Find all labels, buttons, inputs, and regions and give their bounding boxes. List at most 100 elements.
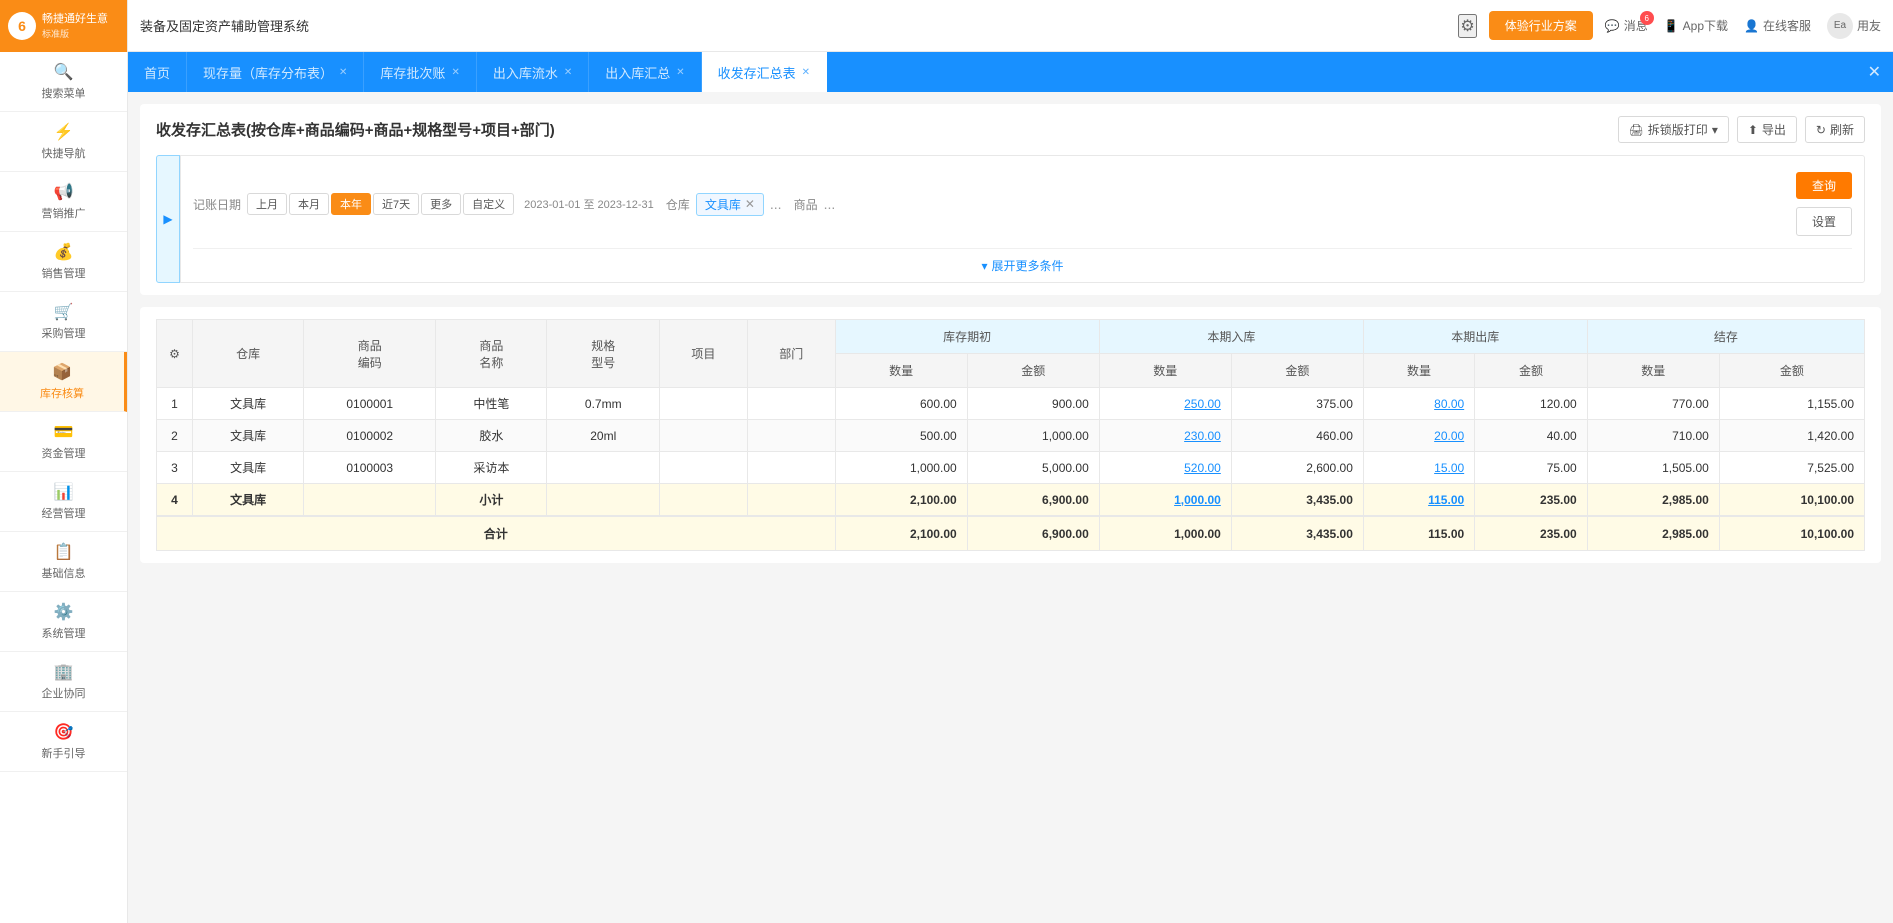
- warehouse-tag-close-icon[interactable]: ✕: [745, 197, 755, 211]
- row-out-qty[interactable]: 20.00: [1363, 420, 1474, 452]
- title-card: 收发存汇总表(按仓库+商品编码+商品+规格型号+项目+部门) 🖨 拆锁版打印 ▾…: [140, 104, 1881, 295]
- goods-label: 商品: [794, 196, 818, 213]
- query-button[interactable]: 查询: [1796, 172, 1852, 199]
- date-btn-last-month[interactable]: 上月: [247, 193, 287, 215]
- row-in-qty[interactable]: 250.00: [1099, 388, 1231, 420]
- row-index: 2: [157, 420, 193, 452]
- tab-label: 出入库汇总: [605, 63, 670, 82]
- sidebar-item-label: 经营管理: [42, 505, 86, 521]
- row-opening-amt: 900.00: [967, 388, 1099, 420]
- sidebar-item-quick[interactable]: ⚡ 快捷导航: [0, 112, 127, 172]
- refresh-button[interactable]: ↻ 刷新: [1805, 116, 1865, 143]
- row-out-amt: 235.00: [1475, 484, 1588, 517]
- row-dept: [747, 484, 835, 517]
- sidebar-item-inventory[interactable]: 📦 库存核算: [0, 352, 127, 412]
- table-settings-icon[interactable]: ⚙: [169, 347, 180, 361]
- table-row: 1文具库0100001中性笔0.7mm600.00900.00250.00375…: [157, 388, 1865, 420]
- tab-close-icon[interactable]: ✕: [802, 67, 810, 78]
- footer-opening-amt: 6,900.00: [967, 516, 1099, 551]
- sidebar-item-basic[interactable]: 📋 基础信息: [0, 532, 127, 592]
- sidebar-item-sales[interactable]: 💰 销售管理: [0, 232, 127, 292]
- row-balance-qty: 710.00: [1587, 420, 1719, 452]
- app-download-button[interactable]: 📱 App下载: [1664, 17, 1728, 34]
- row-spec: 0.7mm: [547, 388, 660, 420]
- date-btn-7days[interactable]: 近7天: [373, 193, 419, 215]
- warehouse-filter-section: 仓库 文具库 ✕ ...: [666, 193, 782, 216]
- row-out-qty[interactable]: 115.00: [1363, 484, 1474, 517]
- date-btn-more[interactable]: 更多: [421, 193, 461, 215]
- page-content: 收发存汇总表(按仓库+商品编码+商品+规格型号+项目+部门) 🖨 拆锁版打印 ▾…: [128, 92, 1893, 923]
- sidebar-item-label: 系统管理: [42, 625, 86, 641]
- tab-label: 库存批次账: [380, 63, 445, 82]
- newbie-icon: 🎯: [54, 722, 74, 742]
- notification-button[interactable]: 💬 消息 6: [1605, 17, 1648, 34]
- inventory-icon: 📦: [52, 362, 72, 382]
- tab-home[interactable]: 首页: [128, 52, 187, 92]
- col-in-qty-header: 数量: [1099, 354, 1231, 388]
- settings-icon-button[interactable]: ⚙: [1458, 14, 1476, 38]
- sidebar-item-system[interactable]: ⚙️ 系统管理: [0, 592, 127, 652]
- col-warehouse-header: 仓库: [193, 320, 304, 388]
- date-filter-section: 记账日期 上月 本月 本年 近7天 更多 自定义 2023-01-01 至 20…: [193, 193, 654, 215]
- row-opening-amt: 1,000.00: [967, 420, 1099, 452]
- page-actions: 🖨 拆锁版打印 ▾ ⬆ 导出 ↻ 刷新: [1618, 116, 1865, 143]
- user-menu[interactable]: Ea 用友: [1827, 13, 1881, 39]
- marketing-icon: 📢: [54, 182, 74, 202]
- warehouse-tag[interactable]: 文具库 ✕: [696, 193, 764, 216]
- warehouse-more-button[interactable]: ...: [770, 196, 782, 212]
- row-spec: [547, 452, 660, 484]
- goods-more-button[interactable]: ...: [824, 196, 836, 212]
- row-opening-qty: 1,000.00: [835, 452, 967, 484]
- export-button[interactable]: ⬆ 导出: [1737, 116, 1797, 143]
- row-out-amt: 120.00: [1475, 388, 1588, 420]
- row-name: 小计: [436, 484, 547, 517]
- sidebar-item-label: 资金管理: [42, 445, 86, 461]
- sidebar-item-operations[interactable]: 📊 经营管理: [0, 472, 127, 532]
- user-avatar: Ea: [1827, 13, 1853, 39]
- row-out-qty[interactable]: 15.00: [1363, 452, 1474, 484]
- tab-stock-dist[interactable]: 现存量（库存分布表） ✕: [187, 52, 364, 92]
- row-index: 1: [157, 388, 193, 420]
- online-service-button[interactable]: 👤 在线客服: [1744, 17, 1811, 34]
- tab-close-icon[interactable]: ✕: [451, 67, 459, 78]
- col-out-amt-header: 金额: [1475, 354, 1588, 388]
- tab-inout-summary[interactable]: 出入库汇总 ✕: [589, 52, 701, 92]
- print-button[interactable]: 🖨 拆锁版打印 ▾: [1618, 116, 1729, 143]
- enterprise-icon: 🏢: [54, 662, 74, 682]
- sidebar-item-finance[interactable]: 💳 资金管理: [0, 412, 127, 472]
- tab-close-icon[interactable]: ✕: [676, 67, 684, 78]
- sidebar-item-label: 库存核算: [40, 385, 84, 401]
- chevron-down-icon: ▾: [981, 259, 987, 273]
- tab-recv-send-summary[interactable]: 收发存汇总表 ✕: [702, 52, 827, 92]
- sidebar-item-newbie[interactable]: 🎯 新手引导: [0, 712, 127, 772]
- filter-setting-button[interactable]: 设置: [1796, 207, 1852, 236]
- col-balance-header: 结存: [1587, 320, 1864, 354]
- sidebar-item-purchase[interactable]: 🛒 采购管理: [0, 292, 127, 352]
- tabs-close-all-button[interactable]: ✕: [1856, 62, 1893, 82]
- date-btn-this-year[interactable]: 本年: [331, 193, 371, 215]
- footer-opening-qty: 2,100.00: [835, 516, 967, 551]
- sidebar-nav: 🔍 搜索菜单 ⚡ 快捷导航 📢 营销推广 💰 销售管理 🛒 采购管理 📦 库存核…: [0, 52, 127, 923]
- sidebar-item-search[interactable]: 🔍 搜索菜单: [0, 52, 127, 112]
- row-out-qty[interactable]: 80.00: [1363, 388, 1474, 420]
- row-spec: 20ml: [547, 420, 660, 452]
- tab-inout-flow[interactable]: 出入库流水 ✕: [477, 52, 589, 92]
- row-in-qty[interactable]: 1,000.00: [1099, 484, 1231, 517]
- sidebar-item-enterprise[interactable]: 🏢 企业协同: [0, 652, 127, 712]
- tab-close-icon[interactable]: ✕: [339, 67, 347, 78]
- date-btn-this-month[interactable]: 本月: [289, 193, 329, 215]
- sidebar-item-marketing[interactable]: 📢 营销推广: [0, 172, 127, 232]
- tab-batch[interactable]: 库存批次账 ✕: [364, 52, 476, 92]
- notification-count: 6: [1640, 11, 1654, 25]
- col-in-header: 本期入库: [1099, 320, 1363, 354]
- expand-filter-button[interactable]: ▾ 展开更多条件: [193, 248, 1852, 274]
- col-spec-header: 规格型号: [547, 320, 660, 388]
- row-in-qty[interactable]: 230.00: [1099, 420, 1231, 452]
- tab-close-icon[interactable]: ✕: [564, 67, 572, 78]
- sales-icon: 💰: [54, 242, 74, 262]
- row-in-qty[interactable]: 520.00: [1099, 452, 1231, 484]
- filter-toggle-button[interactable]: ▶: [156, 155, 180, 283]
- experience-button[interactable]: 体验行业方案: [1489, 11, 1593, 40]
- date-btn-custom[interactable]: 自定义: [463, 193, 514, 215]
- row-opening-qty: 600.00: [835, 388, 967, 420]
